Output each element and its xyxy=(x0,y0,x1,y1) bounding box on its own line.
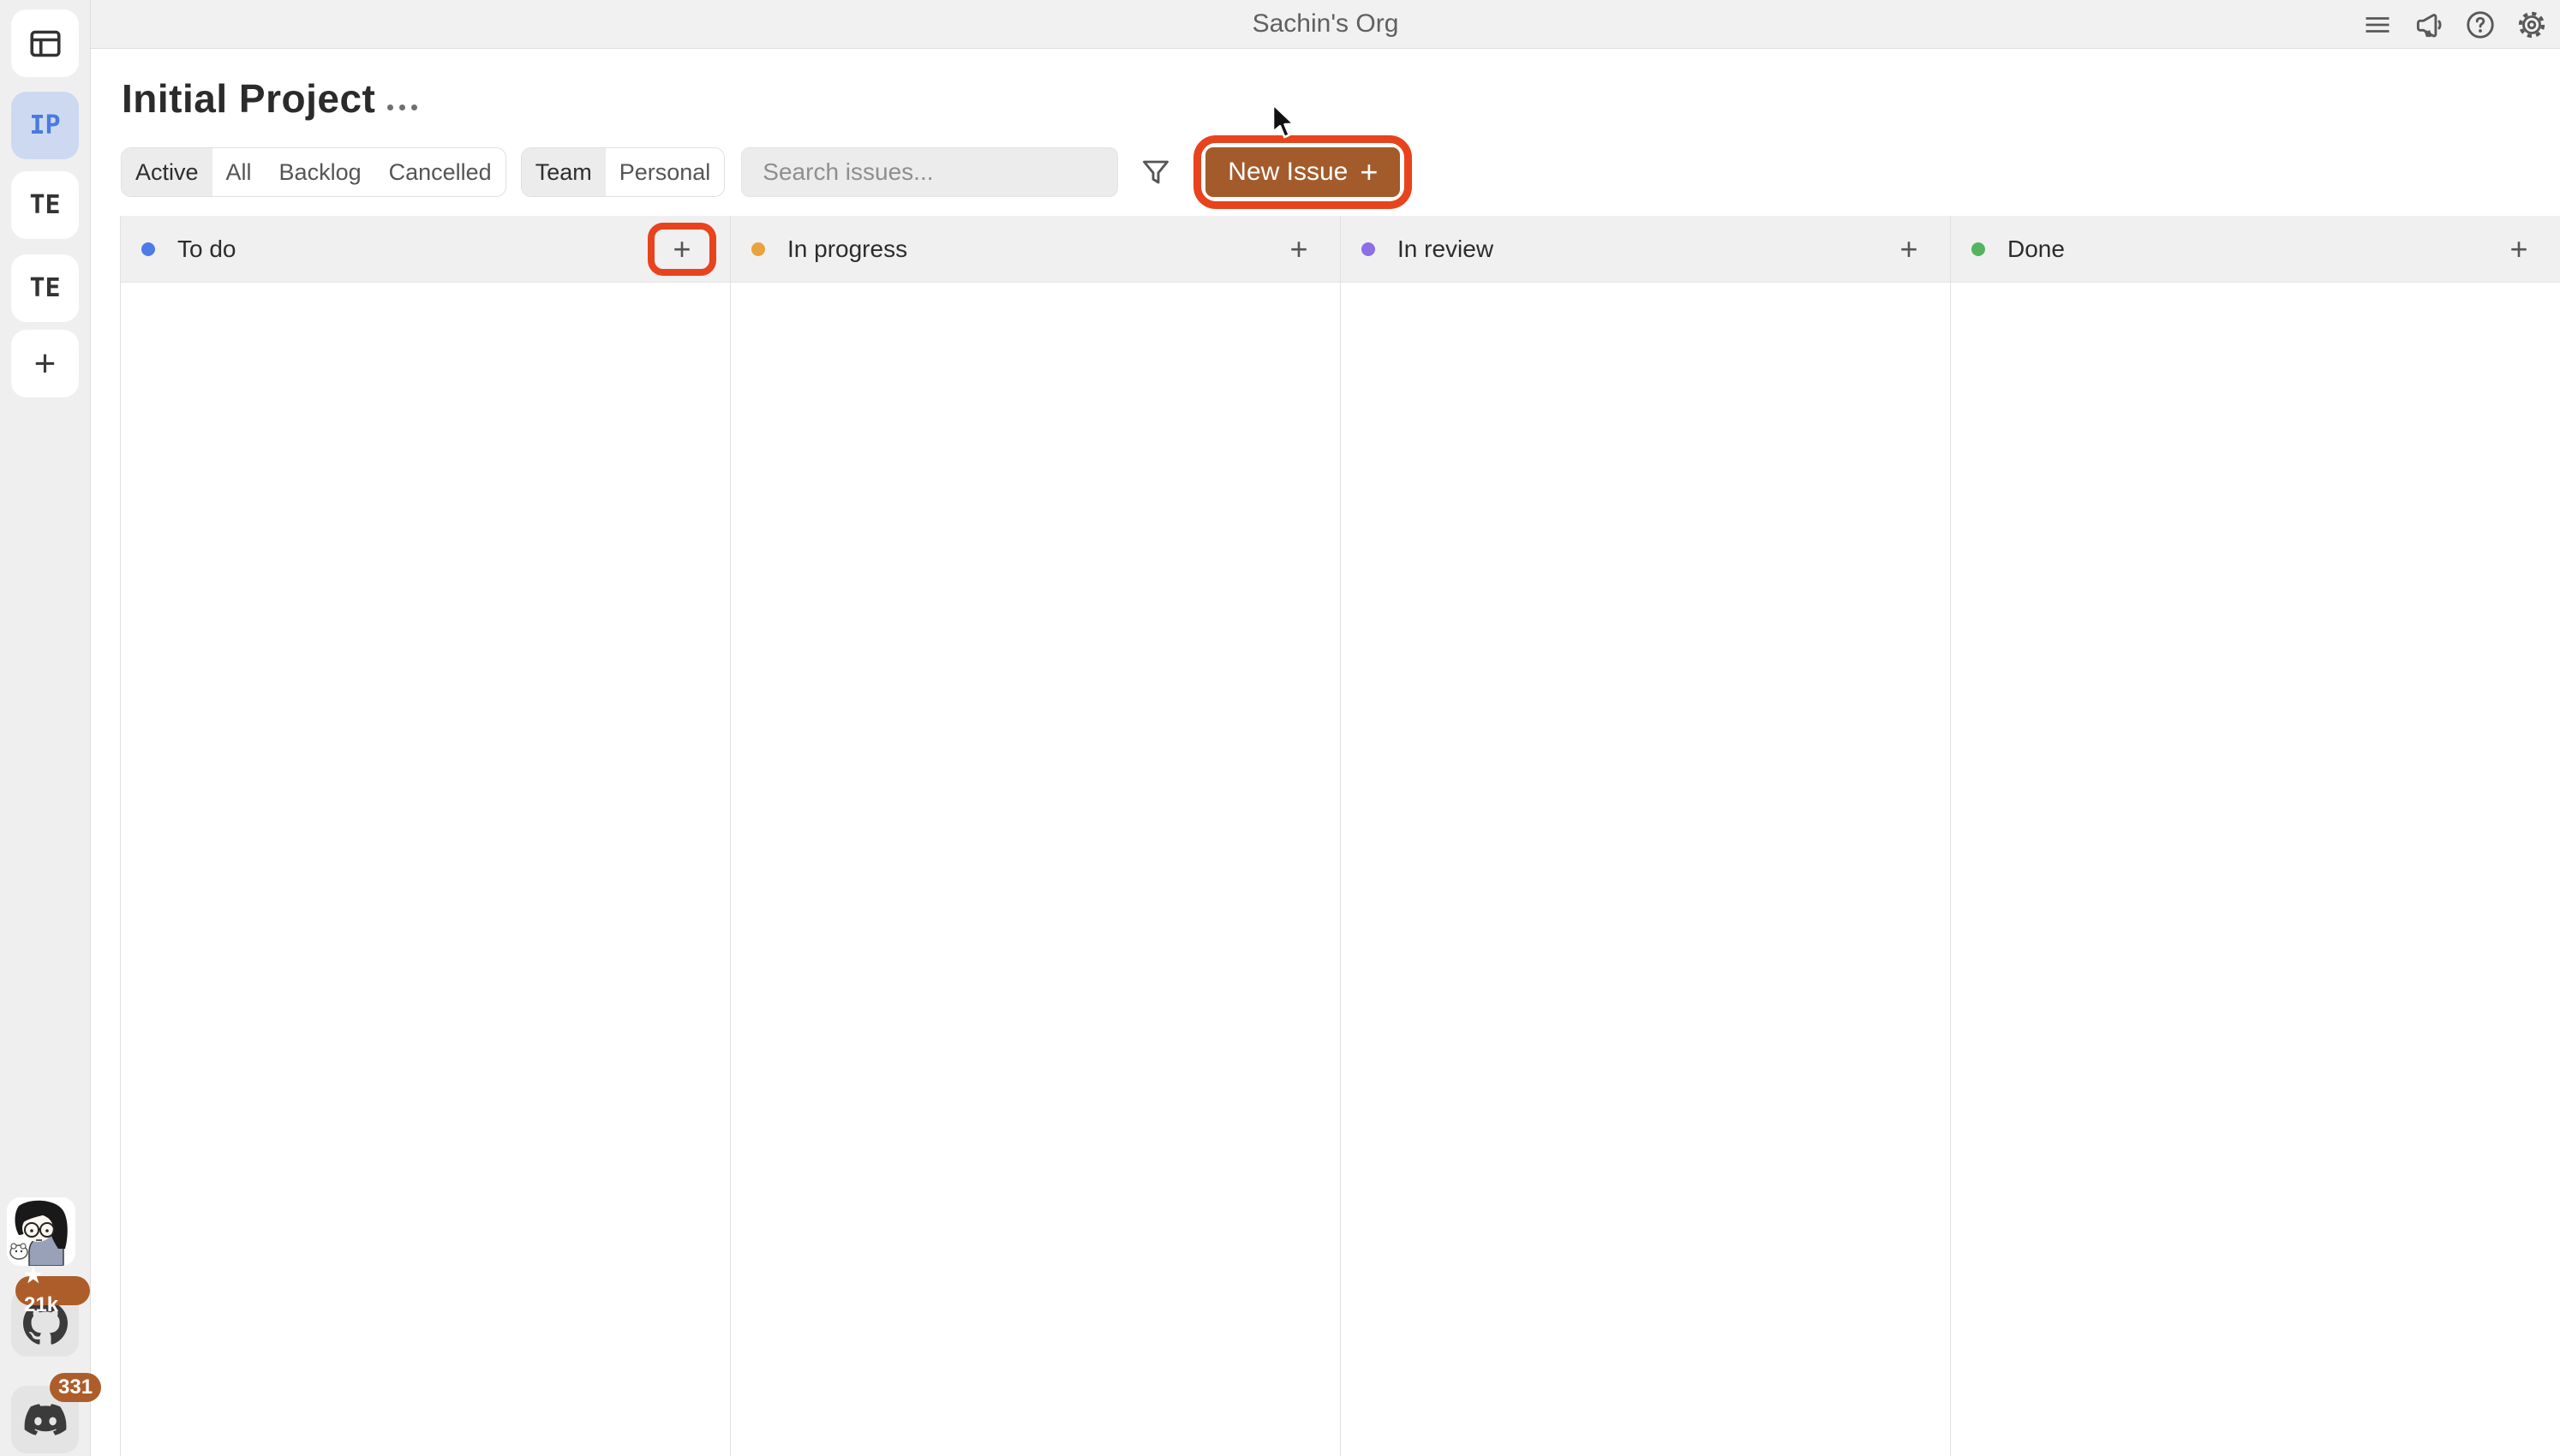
sidebar-item-workspace-te-1[interactable]: TE xyxy=(11,171,79,239)
new-issue-highlight-ring: New Issue + xyxy=(1193,135,1412,209)
todo-add-highlight-ring: + xyxy=(648,223,716,276)
plus-icon: + xyxy=(1899,234,1917,265)
menu-button[interactable] xyxy=(2361,9,2394,41)
kanban-board: To do + In progress + xyxy=(120,216,2560,1456)
new-issue-button[interactable]: New Issue + xyxy=(1205,147,1400,197)
plus-icon: + xyxy=(34,343,57,385)
github-stars-count: ★ 21k xyxy=(24,1262,81,1320)
column-title: To do xyxy=(177,236,236,263)
column-body-todo xyxy=(121,283,730,1456)
status-dot-done xyxy=(1971,242,1985,256)
settings-icon xyxy=(2515,9,2548,41)
filter-row: Active All Backlog Cancelled Team Person… xyxy=(121,147,1412,197)
page-title: Initial Project xyxy=(122,75,375,122)
scope-filter-tabs: Team Personal xyxy=(521,147,726,197)
add-issue-button-done[interactable]: + xyxy=(2500,230,2538,268)
help-button[interactable] xyxy=(2464,9,2497,41)
topbar: Sachin's Org xyxy=(91,0,2560,49)
plus-icon: + xyxy=(2509,234,2527,265)
column-title: In review xyxy=(1397,236,1493,263)
column-header-in-progress: In progress + xyxy=(731,216,1340,283)
github-stars-badge: ★ 21k xyxy=(15,1276,90,1305)
workspace-title: Sachin's Org xyxy=(91,9,2560,39)
tab-backlog[interactable]: Backlog xyxy=(266,148,375,196)
status-dot-in-review xyxy=(1361,242,1375,256)
workspace-switcher-button[interactable] xyxy=(11,9,79,77)
tab-team[interactable]: Team xyxy=(522,148,606,196)
plus-icon: + xyxy=(673,234,691,265)
add-issue-button-todo[interactable]: + xyxy=(655,230,709,269)
plus-icon: + xyxy=(1360,157,1378,188)
tab-personal[interactable]: Personal xyxy=(606,148,725,196)
app-window: IP TE TE + xyxy=(0,0,2560,1456)
add-issue-button-in-review[interactable]: + xyxy=(1890,230,1928,268)
column-header-in-review: In review + xyxy=(1341,216,1950,283)
column-body-done xyxy=(1951,283,2560,1456)
tab-all[interactable]: All xyxy=(212,148,266,196)
column-header-todo: To do + xyxy=(121,216,730,283)
board-column-in-progress: In progress + xyxy=(731,216,1341,1456)
board-column-todo: To do + xyxy=(120,216,731,1456)
menu-icon xyxy=(2362,9,2393,40)
layout-icon xyxy=(30,30,61,57)
column-body-in-progress xyxy=(731,283,1340,1456)
sidebar-item-workspace-ip[interactable]: IP xyxy=(11,92,79,159)
search-input[interactable] xyxy=(741,147,1118,197)
column-title: Done xyxy=(2007,236,2065,263)
settings-button[interactable] xyxy=(2515,9,2548,41)
column-title: In progress xyxy=(787,236,907,263)
add-issue-button-in-progress[interactable]: + xyxy=(1280,230,1318,268)
column-body-in-review xyxy=(1341,283,1950,1456)
board-column-in-review: In review + xyxy=(1341,216,1951,1456)
sidebar-item-workspace-te-2[interactable]: TE xyxy=(11,254,79,322)
status-dot-todo xyxy=(141,242,155,256)
tab-active[interactable]: Active xyxy=(122,148,212,196)
workspace-sidebar: IP TE TE + xyxy=(0,0,91,1456)
discord-count-badge: 331 xyxy=(50,1373,101,1402)
board-column-done: Done + xyxy=(1951,216,2560,1456)
column-header-done: Done + xyxy=(1951,216,2560,283)
workspace-initials: TE xyxy=(29,190,60,220)
project-more-button[interactable] xyxy=(387,94,427,120)
funnel-icon xyxy=(1140,157,1171,188)
filter-button[interactable] xyxy=(1137,153,1175,191)
avatar-illustration xyxy=(7,1197,75,1266)
topbar-actions xyxy=(2361,0,2548,49)
status-dot-in-progress xyxy=(751,242,765,256)
plus-icon: + xyxy=(1289,234,1307,265)
new-issue-label: New Issue xyxy=(1228,158,1348,187)
help-icon xyxy=(2464,9,2497,41)
ellipsis-icon xyxy=(387,104,393,110)
status-filter-tabs: Active All Backlog Cancelled xyxy=(121,147,506,197)
announcement-icon xyxy=(2413,9,2445,41)
workspace-initials: IP xyxy=(29,110,60,140)
tab-cancelled[interactable]: Cancelled xyxy=(375,148,505,196)
add-workspace-button[interactable]: + xyxy=(11,330,79,397)
discord-icon xyxy=(23,1403,68,1437)
workspace-initials: TE xyxy=(29,273,60,303)
user-avatar[interactable] xyxy=(7,1197,75,1266)
announcement-button[interactable] xyxy=(2413,9,2445,41)
discord-count: 331 xyxy=(58,1373,93,1402)
